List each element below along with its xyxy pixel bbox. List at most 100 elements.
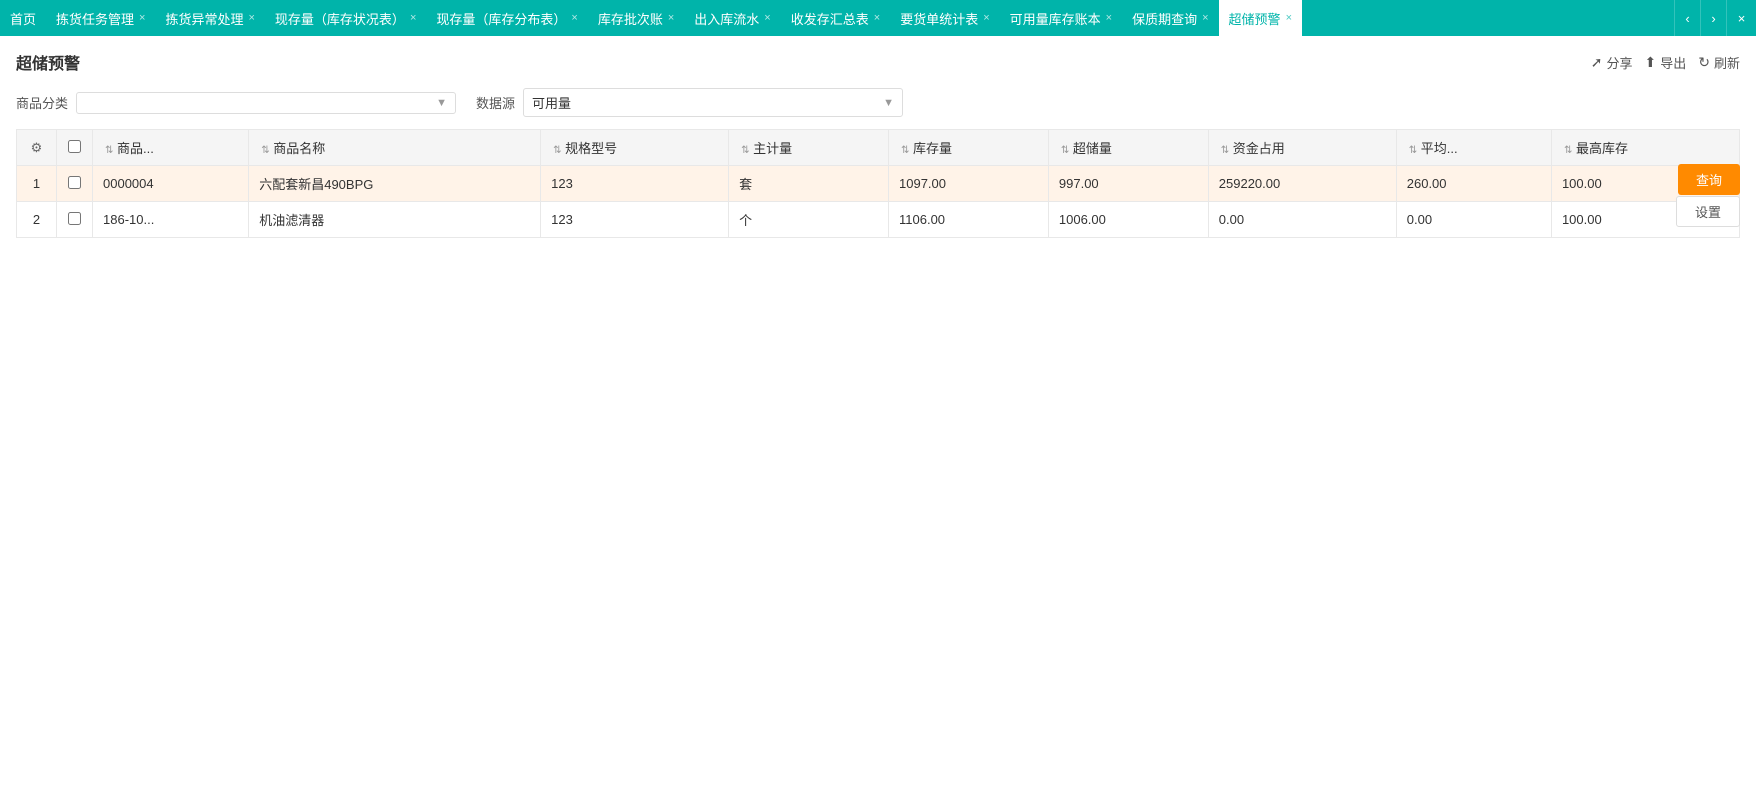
chevron-down-icon: ▼ xyxy=(883,97,894,109)
close-icon[interactable]: × xyxy=(139,12,145,24)
chevron-down-icon: ▼ xyxy=(436,97,447,109)
table-body: 1 0000004 六配套新昌490BPG 123 套 1097.00 997.… xyxy=(17,166,1740,238)
export-icon: ⬆ xyxy=(1645,54,1657,71)
settings-col-header[interactable]: ⚙ xyxy=(17,130,57,166)
share-button[interactable]: ➚ 分享 xyxy=(1591,53,1633,72)
close-icon[interactable]: × xyxy=(248,12,254,24)
table-row: 1 0000004 六配套新昌490BPG 123 套 1097.00 997.… xyxy=(17,166,1740,202)
row-checkbox[interactable] xyxy=(68,176,81,189)
nav-tab-7[interactable]: 要货单统计表 × xyxy=(890,0,999,36)
nav-tab-0[interactable]: 拣货任务管理 × xyxy=(46,0,155,36)
close-icon[interactable]: × xyxy=(983,12,989,24)
nav-home[interactable]: 首页 xyxy=(0,0,46,36)
header-row: ⚙ ⇅ 商品... ⇅ 商品名称 ⇅ 规格型号 ⇅ xyxy=(17,130,1740,166)
category-select[interactable]: ▼ xyxy=(76,92,456,114)
row-num: 1 xyxy=(17,166,57,202)
close-icon[interactable]: × xyxy=(410,12,416,24)
col-product-name[interactable]: ⇅ 商品名称 xyxy=(249,130,541,166)
refresh-button[interactable]: ↻ 刷新 xyxy=(1698,53,1740,72)
refresh-icon: ↻ xyxy=(1698,54,1710,71)
row-checkbox[interactable] xyxy=(68,212,81,225)
cell-spec: 123 xyxy=(541,166,729,202)
close-icon[interactable]: × xyxy=(874,12,880,24)
cell-stock: 1097.00 xyxy=(889,166,1049,202)
cell-capital: 0.00 xyxy=(1208,202,1396,238)
sort-icon: ⇅ xyxy=(901,145,909,156)
datasource-label: 数据源 xyxy=(476,93,515,112)
nav-next-button[interactable]: › xyxy=(1700,0,1726,36)
table-row: 2 186-10... 机油滤清器 123 个 1106.00 1006.00 … xyxy=(17,202,1740,238)
datasource-select-value: 可用量 xyxy=(532,93,571,112)
share-icon: ➚ xyxy=(1591,54,1603,71)
nav-tab-10[interactable]: 超储预警 × xyxy=(1219,0,1302,36)
export-button[interactable]: ⬆ 导出 xyxy=(1645,53,1687,72)
cell-avg: 0.00 xyxy=(1396,202,1551,238)
col-max-stock[interactable]: ⇅ 最高库存 xyxy=(1551,130,1739,166)
checkbox-col-header[interactable] xyxy=(57,130,93,166)
sort-icon: ⇅ xyxy=(261,145,269,156)
col-over-stock[interactable]: ⇅ 超储量 xyxy=(1048,130,1208,166)
nav-tab-9[interactable]: 保质期查询 × xyxy=(1122,0,1218,36)
col-spec[interactable]: ⇅ 规格型号 xyxy=(541,130,729,166)
header-actions: ➚ 分享 ⬆ 导出 ↻ 刷新 xyxy=(1591,53,1740,72)
cell-product-name: 六配套新昌490BPG xyxy=(249,166,541,202)
cell-avg: 260.00 xyxy=(1396,166,1551,202)
cell-product-code: 0000004 xyxy=(93,166,249,202)
cell-spec: 123 xyxy=(541,202,729,238)
nav-tab-2[interactable]: 现存量（库存状况表） × xyxy=(265,0,426,36)
settings-button[interactable]: 设置 xyxy=(1676,196,1740,227)
category-filter: 商品分类 ▼ xyxy=(16,92,456,114)
category-label: 商品分类 xyxy=(16,93,68,112)
sort-icon: ⇅ xyxy=(1221,145,1229,156)
cell-over-stock: 997.00 xyxy=(1048,166,1208,202)
row-num: 2 xyxy=(17,202,57,238)
col-unit[interactable]: ⇅ 主计量 xyxy=(729,130,889,166)
datasource-filter: 数据源 可用量 ▼ xyxy=(476,88,903,117)
nav-tab-5[interactable]: 出入库流水 × xyxy=(684,0,780,36)
cell-unit: 个 xyxy=(729,202,889,238)
nav-arrows: ‹ › × xyxy=(1674,0,1756,36)
cell-capital: 259220.00 xyxy=(1208,166,1396,202)
close-icon[interactable]: × xyxy=(668,12,674,24)
sort-icon: ⇅ xyxy=(553,145,561,156)
row-checkbox-cell xyxy=(57,166,93,202)
filter-row: 商品分类 ▼ 数据源 可用量 ▼ xyxy=(16,88,1740,117)
sort-icon: ⇅ xyxy=(1061,145,1069,156)
nav-tab-4[interactable]: 库存批次账 × xyxy=(588,0,684,36)
col-product-code[interactable]: ⇅ 商品... xyxy=(93,130,249,166)
cell-unit: 套 xyxy=(729,166,889,202)
table-header: ⚙ ⇅ 商品... ⇅ 商品名称 ⇅ 规格型号 ⇅ xyxy=(17,130,1740,166)
nav-prev-button[interactable]: ‹ xyxy=(1674,0,1700,36)
cell-stock: 1106.00 xyxy=(889,202,1049,238)
cell-product-name: 机油滤清器 xyxy=(249,202,541,238)
cell-over-stock: 1006.00 xyxy=(1048,202,1208,238)
sort-icon: ⇅ xyxy=(1564,145,1572,156)
sort-icon: ⇅ xyxy=(1409,145,1417,156)
close-icon[interactable]: × xyxy=(1202,12,1208,24)
nav-tab-1[interactable]: 拣货异常处理 × xyxy=(155,0,264,36)
close-icon[interactable]: × xyxy=(1286,12,1292,24)
close-icon[interactable]: × xyxy=(764,12,770,24)
page-header: 超储预警 ➚ 分享 ⬆ 导出 ↻ 刷新 xyxy=(16,50,1740,74)
close-icon[interactable]: × xyxy=(1106,12,1112,24)
nav-tab-8[interactable]: 可用量库存账本 × xyxy=(1000,0,1122,36)
col-stock[interactable]: ⇅ 库存量 xyxy=(889,130,1049,166)
datasource-select[interactable]: 可用量 ▼ xyxy=(523,88,903,117)
sort-icon: ⇅ xyxy=(741,145,749,156)
sort-icon: ⇅ xyxy=(105,145,113,156)
col-capital[interactable]: ⇅ 资金占用 xyxy=(1208,130,1396,166)
query-button[interactable]: 查询 xyxy=(1678,164,1740,195)
page-title: 超储预警 xyxy=(16,50,80,74)
nav-close-button[interactable]: × xyxy=(1726,0,1756,36)
nav-tab-6[interactable]: 收发存汇总表 × xyxy=(781,0,890,36)
nav-tab-3[interactable]: 现存量（库存分布表） × xyxy=(426,0,587,36)
row-checkbox-cell xyxy=(57,202,93,238)
page-content: 超储预警 ➚ 分享 ⬆ 导出 ↻ 刷新 商品分类 ▼ 数据源 xyxy=(0,36,1756,252)
settings-icon[interactable]: ⚙ xyxy=(31,140,43,156)
close-icon[interactable]: × xyxy=(571,12,577,24)
select-all-checkbox[interactable] xyxy=(68,140,81,153)
col-avg[interactable]: ⇅ 平均... xyxy=(1396,130,1551,166)
cell-product-code: 186-10... xyxy=(93,202,249,238)
top-nav: 首页 拣货任务管理 × 拣货异常处理 × 现存量（库存状况表） × 现存量（库存… xyxy=(0,0,1756,36)
data-table: ⚙ ⇅ 商品... ⇅ 商品名称 ⇅ 规格型号 ⇅ xyxy=(16,129,1740,238)
